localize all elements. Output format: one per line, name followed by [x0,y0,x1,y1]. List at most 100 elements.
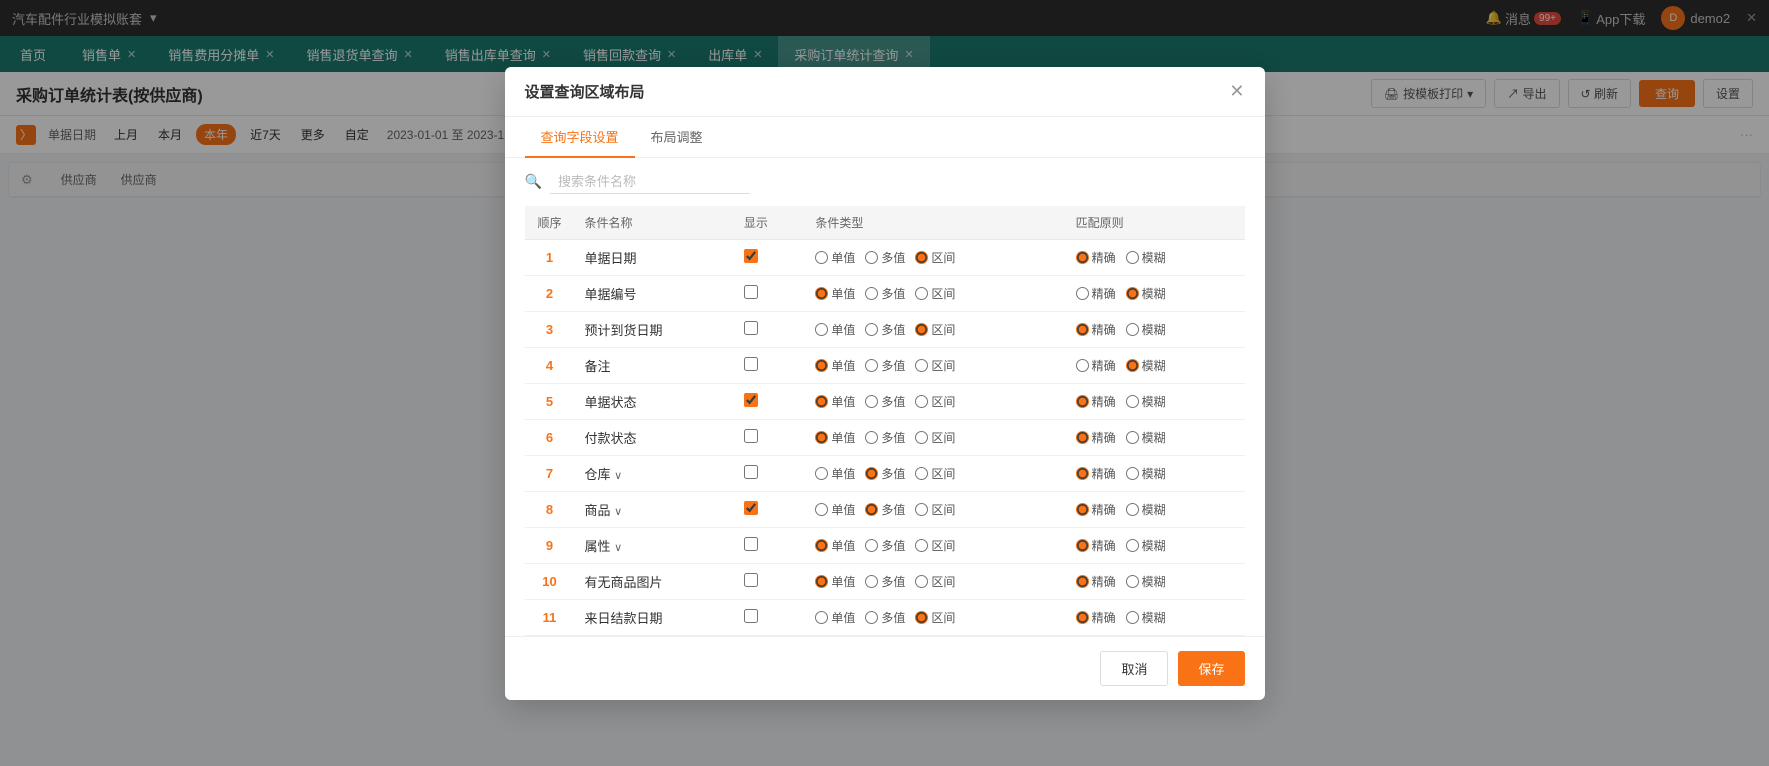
row-display[interactable] [734,599,806,635]
match-option-精确[interactable]: 精确 [1076,573,1116,590]
match-option-精确[interactable]: 精确 [1076,429,1116,446]
type-option-区间[interactable]: 区间 [915,393,955,410]
match-option-模糊[interactable]: 模糊 [1126,573,1166,590]
display-checkbox[interactable] [744,573,758,587]
modal-close-button[interactable]: ✕ [1229,82,1244,100]
display-checkbox[interactable] [744,429,758,443]
match-option-精确[interactable]: 精确 [1076,465,1116,482]
type-option-单值[interactable]: 单值 [815,321,855,338]
type-option-区间[interactable]: 区间 [915,573,955,590]
row-display[interactable] [734,347,806,383]
row-display[interactable] [734,239,806,275]
row-match: 精确模糊 [1066,599,1245,635]
row-display[interactable] [734,275,806,311]
display-checkbox[interactable] [744,249,758,263]
type-option-多值[interactable]: 多值 [865,429,905,446]
type-option-区间[interactable]: 区间 [915,285,955,302]
match-option-模糊[interactable]: 模糊 [1126,429,1166,446]
match-option-精确[interactable]: 精确 [1076,501,1116,518]
cancel-button[interactable]: 取消 [1100,651,1168,686]
type-option-区间[interactable]: 区间 [915,249,955,266]
match-option-模糊[interactable]: 模糊 [1126,285,1166,302]
type-option-多值[interactable]: 多值 [865,393,905,410]
type-option-单值[interactable]: 单值 [815,285,855,302]
type-option-区间[interactable]: 区间 [915,609,955,626]
display-checkbox[interactable] [744,537,758,551]
modal-tab-layout[interactable]: 布局调整 [635,117,719,158]
type-option-单值[interactable]: 单值 [815,537,855,554]
row-display[interactable] [734,419,806,455]
row-display[interactable] [734,527,806,563]
row-match: 精确模糊 [1066,347,1245,383]
match-option-模糊[interactable]: 模糊 [1126,537,1166,554]
type-option-单值[interactable]: 单值 [815,429,855,446]
display-checkbox[interactable] [744,465,758,479]
modal-overlay[interactable]: 设置查询区域布局 ✕ 查询字段设置 布局调整 🔍 顺序 条件名称 [0,0,1769,766]
type-option-多值[interactable]: 多值 [865,573,905,590]
display-checkbox[interactable] [744,321,758,335]
save-button[interactable]: 保存 [1178,651,1244,686]
display-checkbox[interactable] [744,393,758,407]
type-option-单值[interactable]: 单值 [815,393,855,410]
type-option-单值[interactable]: 单值 [815,501,855,518]
display-checkbox[interactable] [744,285,758,299]
match-option-精确[interactable]: 精确 [1076,249,1116,266]
match-option-模糊[interactable]: 模糊 [1126,357,1166,374]
type-option-多值[interactable]: 多值 [865,465,905,482]
type-option-区间[interactable]: 区间 [915,321,955,338]
match-option-精确[interactable]: 精确 [1076,393,1116,410]
expand-arrow-icon[interactable]: ∨ [614,506,622,518]
table-row: 6付款状态单值多值区间精确模糊 [525,419,1245,455]
type-option-区间[interactable]: 区间 [915,501,955,518]
type-option-区间[interactable]: 区间 [915,429,955,446]
type-option-区间[interactable]: 区间 [915,357,955,374]
row-type: 单值多值区间 [805,599,1065,635]
row-display[interactable] [734,455,806,491]
display-checkbox[interactable] [744,609,758,623]
row-display[interactable] [734,491,806,527]
match-option-模糊[interactable]: 模糊 [1126,465,1166,482]
row-type: 单值多值区间 [805,491,1065,527]
expand-arrow-icon[interactable]: ∨ [614,542,622,554]
type-option-区间[interactable]: 区间 [915,465,955,482]
type-option-多值[interactable]: 多值 [865,609,905,626]
type-option-单值[interactable]: 单值 [815,573,855,590]
row-name: 付款状态 [575,419,734,455]
type-option-单值[interactable]: 单值 [815,609,855,626]
row-type: 单值多值区间 [805,311,1065,347]
type-option-区间[interactable]: 区间 [915,537,955,554]
modal-footer: 取消 保存 [505,636,1265,700]
match-option-精确[interactable]: 精确 [1076,537,1116,554]
type-option-多值[interactable]: 多值 [865,321,905,338]
display-checkbox[interactable] [744,357,758,371]
row-match: 精确模糊 [1066,239,1245,275]
row-display[interactable] [734,311,806,347]
type-option-单值[interactable]: 单值 [815,357,855,374]
match-option-模糊[interactable]: 模糊 [1126,609,1166,626]
match-option-精确[interactable]: 精确 [1076,357,1116,374]
row-display[interactable] [734,563,806,599]
type-option-多值[interactable]: 多值 [865,285,905,302]
match-option-模糊[interactable]: 模糊 [1126,321,1166,338]
row-display[interactable] [734,383,806,419]
match-option-精确[interactable]: 精确 [1076,609,1116,626]
type-option-单值[interactable]: 单值 [815,249,855,266]
match-option-模糊[interactable]: 模糊 [1126,393,1166,410]
type-option-多值[interactable]: 多值 [865,537,905,554]
match-option-精确[interactable]: 精确 [1076,285,1116,302]
type-option-多值[interactable]: 多值 [865,249,905,266]
row-name: 商品 ∨ [575,491,734,527]
row-match: 精确模糊 [1066,419,1245,455]
table-row: 4备注单值多值区间精确模糊 [525,347,1245,383]
match-option-模糊[interactable]: 模糊 [1126,249,1166,266]
match-option-模糊[interactable]: 模糊 [1126,501,1166,518]
table-row: 9属性 ∨单值多值区间精确模糊 [525,527,1245,563]
type-option-多值[interactable]: 多值 [865,501,905,518]
type-option-单值[interactable]: 单值 [815,465,855,482]
expand-arrow-icon[interactable]: ∨ [614,470,622,482]
modal-tab-query-fields[interactable]: 查询字段设置 [525,117,635,158]
search-input[interactable] [550,170,750,194]
display-checkbox[interactable] [744,501,758,515]
type-option-多值[interactable]: 多值 [865,357,905,374]
match-option-精确[interactable]: 精确 [1076,321,1116,338]
